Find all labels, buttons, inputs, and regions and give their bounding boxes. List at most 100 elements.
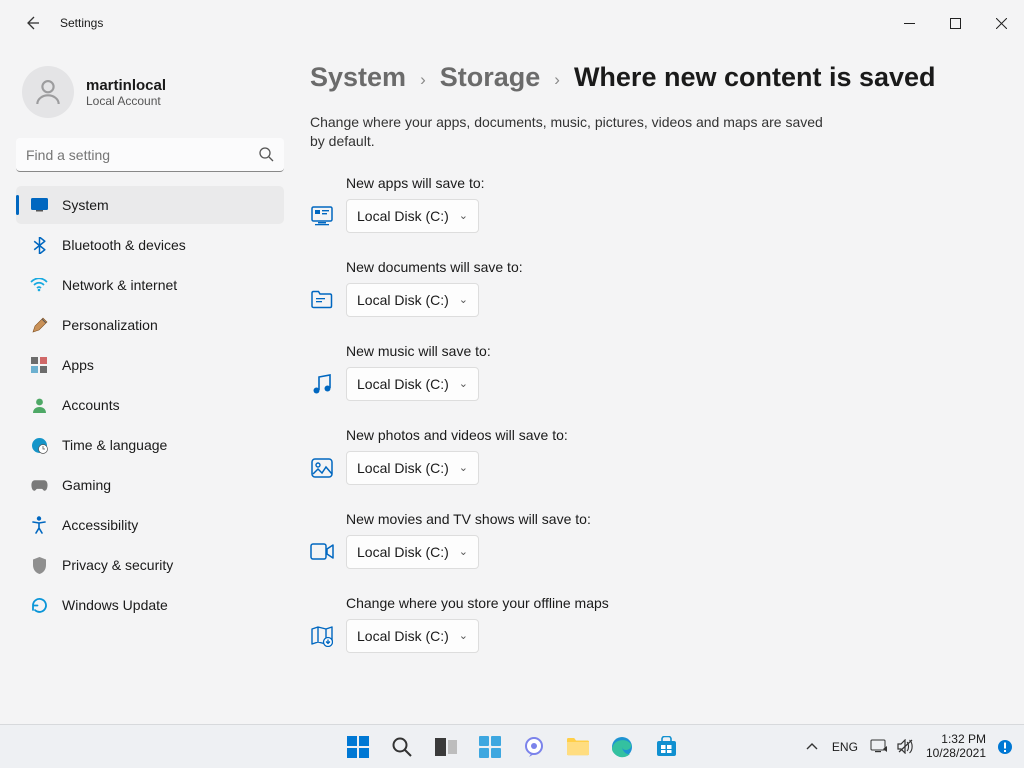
search-box[interactable] — [16, 138, 284, 172]
edge-button[interactable] — [603, 728, 641, 766]
setting-label: New apps will save to: — [346, 175, 994, 191]
maximize-button[interactable] — [932, 7, 978, 39]
paint-icon — [30, 317, 48, 334]
setting-photos: New photos and videos will save to: Loca… — [310, 427, 994, 485]
photos-icon — [310, 458, 334, 478]
dropdown-value: Local Disk (C:) — [357, 460, 449, 476]
setting-label: New photos and videos will save to: — [346, 427, 994, 443]
tray-overflow-button[interactable] — [800, 728, 824, 766]
dropdown-value: Local Disk (C:) — [357, 376, 449, 392]
profile-block[interactable]: martinlocal Local Account — [22, 66, 292, 118]
sidebar-item-accounts[interactable]: Accounts — [16, 386, 284, 424]
sidebar-item-label: Bluetooth & devices — [62, 237, 186, 253]
shield-icon — [30, 557, 48, 574]
nav-list: System Bluetooth & devices Network & int… — [16, 186, 292, 624]
volume-tray-icon[interactable] — [894, 728, 918, 766]
sidebar-item-label: Privacy & security — [62, 557, 173, 573]
setting-maps: Change where you store your offline maps… — [310, 595, 994, 653]
clock[interactable]: 1:32 PM 10/28/2021 — [926, 733, 986, 761]
sidebar: martinlocal Local Account System Bluetoo… — [0, 46, 300, 679]
gamepad-icon — [30, 479, 48, 492]
video-icon — [310, 543, 334, 560]
taskbar-center — [339, 728, 685, 766]
chevron-right-icon: › — [420, 70, 426, 90]
dropdown-value: Local Disk (C:) — [357, 544, 449, 560]
breadcrumb-storage[interactable]: Storage — [440, 62, 541, 93]
music-location-dropdown[interactable]: Local Disk (C:)⌄ — [346, 367, 479, 401]
setting-apps: New apps will save to: Local Disk (C:)⌄ — [310, 175, 994, 233]
chevron-down-icon: ⌄ — [459, 461, 468, 474]
minimize-button[interactable] — [886, 7, 932, 39]
back-button[interactable] — [20, 11, 44, 35]
dropdown-value: Local Disk (C:) — [357, 628, 449, 644]
language-indicator[interactable]: ENG — [826, 740, 864, 754]
globe-clock-icon — [30, 437, 48, 454]
maps-icon — [310, 625, 334, 647]
sidebar-item-apps[interactable]: Apps — [16, 346, 284, 384]
explorer-button[interactable] — [559, 728, 597, 766]
task-view-button[interactable] — [427, 728, 465, 766]
start-button[interactable] — [339, 728, 377, 766]
system-tray: ENG 1:32 PM 10/28/2021 — [800, 728, 1024, 766]
store-button[interactable] — [647, 728, 685, 766]
notifications-button[interactable] — [994, 728, 1016, 766]
main-content: System › Storage › Where new content is … — [300, 46, 1024, 679]
close-button[interactable] — [978, 7, 1024, 39]
sidebar-item-personalization[interactable]: Personalization — [16, 306, 284, 344]
apps-location-dropdown[interactable]: Local Disk (C:)⌄ — [346, 199, 479, 233]
setting-label: New documents will save to: — [346, 259, 994, 275]
taskbar-search-button[interactable] — [383, 728, 421, 766]
apps-save-icon — [310, 206, 334, 226]
sidebar-item-label: Accessibility — [62, 517, 138, 533]
system-icon — [30, 198, 48, 212]
chevron-down-icon: ⌄ — [459, 629, 468, 642]
music-icon — [310, 373, 334, 395]
sidebar-item-accessibility[interactable]: Accessibility — [16, 506, 284, 544]
sidebar-item-label: System — [62, 197, 109, 213]
sidebar-item-bluetooth[interactable]: Bluetooth & devices — [16, 226, 284, 264]
setting-docs: New documents will save to: Local Disk (… — [310, 259, 994, 317]
sidebar-item-label: Time & language — [62, 437, 167, 453]
breadcrumb-system[interactable]: System — [310, 62, 406, 93]
sidebar-item-gaming[interactable]: Gaming — [16, 466, 284, 504]
photos-location-dropdown[interactable]: Local Disk (C:) ⌄ — [346, 451, 479, 485]
page-title: Where new content is saved — [574, 62, 936, 93]
chat-button[interactable] — [515, 728, 553, 766]
apps-icon — [30, 357, 48, 373]
accessibility-icon — [30, 516, 48, 534]
documents-location-dropdown[interactable]: Local Disk (C:)⌄ — [346, 283, 479, 317]
setting-music: New music will save to: Local Disk (C:)⌄ — [310, 343, 994, 401]
search-input[interactable] — [16, 138, 284, 172]
taskbar: ENG 1:32 PM 10/28/2021 — [0, 724, 1024, 768]
sidebar-item-label: Gaming — [62, 477, 111, 493]
sidebar-item-network[interactable]: Network & internet — [16, 266, 284, 304]
profile-sub: Local Account — [86, 94, 166, 108]
tray-time: 1:32 PM — [926, 733, 986, 747]
sidebar-item-time[interactable]: Time & language — [16, 426, 284, 464]
bluetooth-icon — [30, 237, 48, 254]
sidebar-item-label: Accounts — [62, 397, 120, 413]
page-description: Change where your apps, documents, music… — [310, 113, 830, 151]
sidebar-item-system[interactable]: System — [16, 186, 284, 224]
sidebar-item-label: Apps — [62, 357, 94, 373]
dropdown-value: Local Disk (C:) — [357, 292, 449, 308]
window-title: Settings — [60, 16, 103, 30]
tray-date: 10/28/2021 — [926, 747, 986, 761]
setting-label: Change where you store your offline maps — [346, 595, 994, 611]
widgets-button[interactable] — [471, 728, 509, 766]
avatar — [22, 66, 74, 118]
setting-label: New movies and TV shows will save to: — [346, 511, 994, 527]
network-tray-icon[interactable] — [866, 728, 892, 766]
breadcrumb: System › Storage › Where new content is … — [310, 62, 994, 93]
sidebar-item-update[interactable]: Windows Update — [16, 586, 284, 624]
chevron-right-icon: › — [554, 70, 560, 90]
person-icon — [30, 397, 48, 413]
sidebar-item-privacy[interactable]: Privacy & security — [16, 546, 284, 584]
maps-location-dropdown[interactable]: Local Disk (C:) ⌄ — [346, 619, 479, 653]
setting-label: New music will save to: — [346, 343, 994, 359]
movies-location-dropdown[interactable]: Local Disk (C:)⌄ — [346, 535, 479, 569]
sidebar-item-label: Windows Update — [62, 597, 168, 613]
sidebar-item-label: Personalization — [62, 317, 158, 333]
dropdown-value: Local Disk (C:) — [357, 208, 449, 224]
profile-name: martinlocal — [86, 77, 166, 94]
